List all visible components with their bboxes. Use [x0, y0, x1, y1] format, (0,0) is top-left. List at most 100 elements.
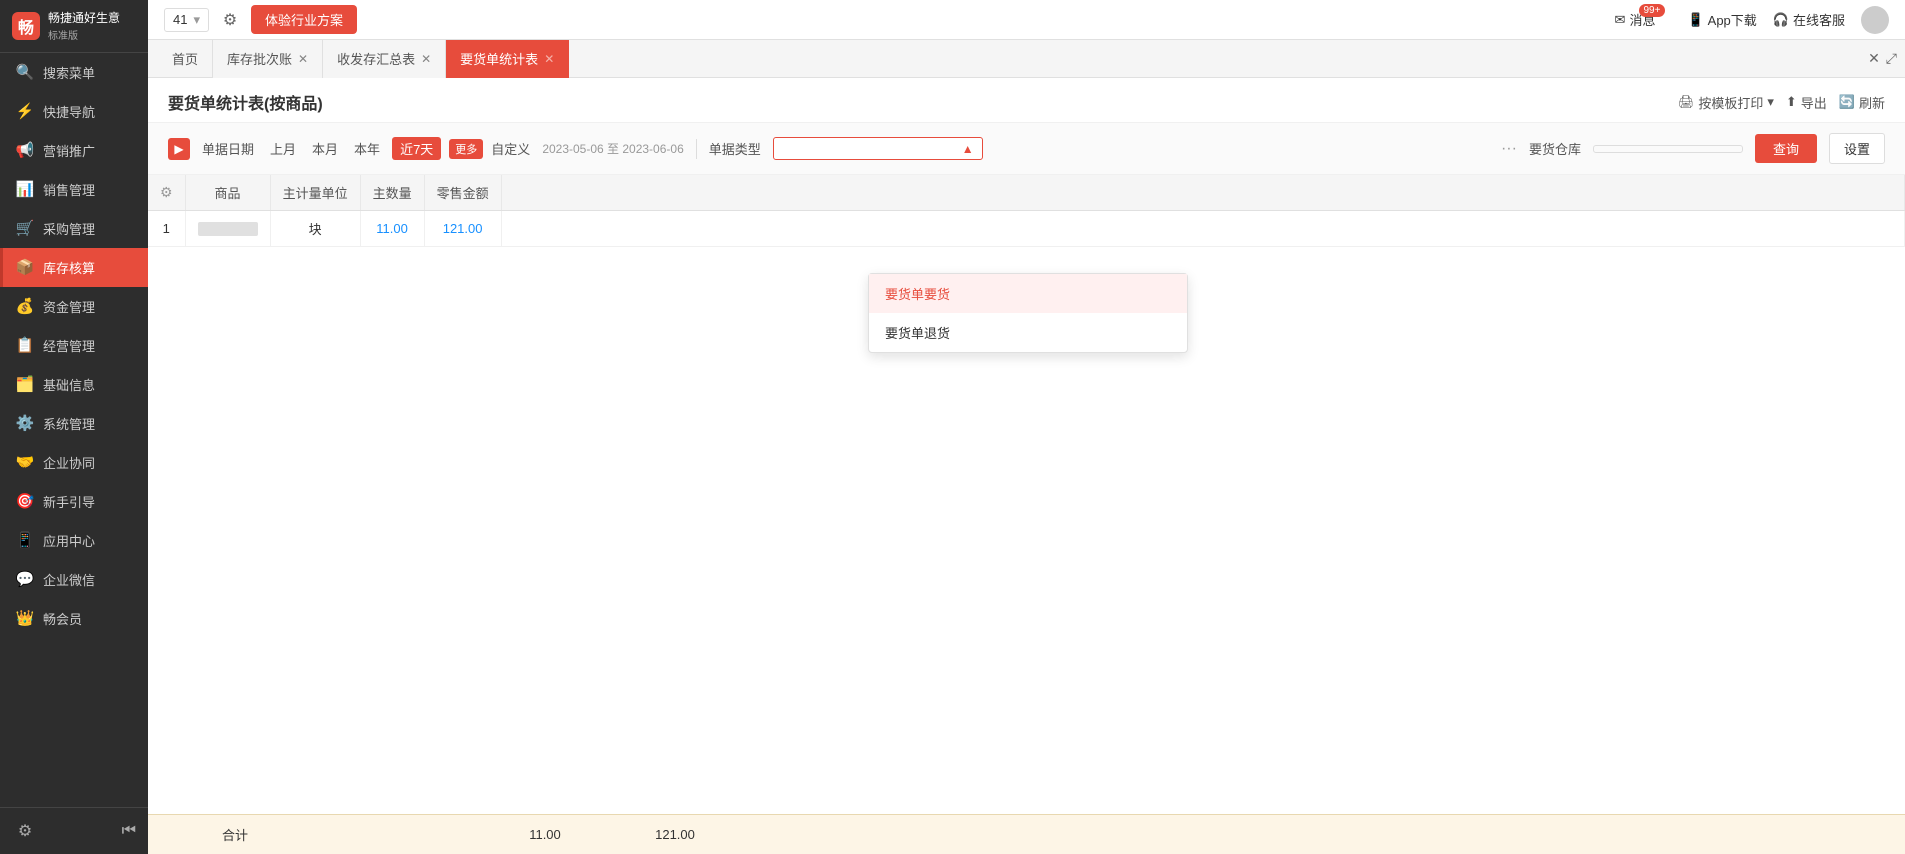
- topbar-settings-icon[interactable]: ⚙: [217, 7, 243, 33]
- date-shortcut-custom[interactable]: 自定义: [491, 139, 530, 158]
- date-shortcut-last-month[interactable]: 上月: [266, 137, 300, 160]
- sidebar-item-wechat[interactable]: 💬 企业微信: [0, 560, 148, 599]
- cell-amount: 121.00: [424, 211, 501, 247]
- sidebar-item-label: 系统管理: [43, 414, 95, 433]
- messages-button[interactable]: ✉ 消息 99+: [1615, 10, 1656, 29]
- date-more-badge[interactable]: 更多: [449, 139, 483, 159]
- warehouse-input[interactable]: [1593, 145, 1743, 153]
- col-header-amount: 零售金额: [424, 175, 501, 211]
- type-input-chevron-icon[interactable]: ▲: [962, 142, 974, 156]
- sidebar-item-finance[interactable]: 💰 资金管理: [0, 287, 148, 326]
- operations-icon: 📋: [15, 336, 35, 354]
- sidebar-item-label: 企业协同: [43, 453, 95, 472]
- filter-divider: [696, 139, 697, 159]
- basic-icon: 🗂️: [15, 375, 35, 393]
- tabs-close-all-icon[interactable]: ✕: [1868, 50, 1880, 67]
- cell-seq: 1: [148, 211, 185, 247]
- print-button[interactable]: 🖨 按模板打印 ▾: [1678, 93, 1774, 112]
- user-avatar[interactable]: [1861, 6, 1889, 34]
- cell-product: [185, 211, 270, 247]
- search-icon: 🔍: [15, 63, 35, 81]
- content-area: 要货单统计表(按商品) 🖨 按模板打印 ▾ ⬆ 导出 🔄 刷新 ▶: [148, 78, 1905, 854]
- date-range-display: 2023-05-06 至 2023-06-06: [542, 140, 683, 157]
- sidebar-scroll: 🔍 搜索菜单 ⚡ 快捷导航 📢 营销推广 📊 销售管理 🛒 采购管理 📦 库存核…: [0, 53, 148, 807]
- page-title: 要货单统计表(按商品): [168, 90, 323, 114]
- tab-inventory-batch-close[interactable]: ✕: [298, 53, 308, 65]
- type-input[interactable]: [782, 141, 962, 156]
- tab-collection-summary-label: 收发存汇总表: [337, 49, 415, 68]
- sidebar-settings-icon[interactable]: ⚙: [12, 818, 38, 844]
- company-selector[interactable]: 41 ▾: [164, 8, 209, 32]
- sidebar-item-inventory[interactable]: 📦 库存核算: [0, 248, 148, 287]
- query-button[interactable]: 查询: [1755, 134, 1817, 163]
- sidebar-item-operations[interactable]: 📋 经营管理: [0, 326, 148, 365]
- type-label: 单据类型: [709, 139, 761, 158]
- tab-inventory-batch-label: 库存批次账: [227, 49, 292, 68]
- sidebar-item-label: 经营管理: [43, 336, 95, 355]
- industry-solution-button[interactable]: 体验行业方案: [251, 5, 357, 34]
- sidebar-item-sales[interactable]: 📊 销售管理: [0, 170, 148, 209]
- footer-quantity: 11.00: [480, 827, 610, 842]
- quantity-link[interactable]: 11.00: [376, 221, 408, 236]
- dropdown-item-demand-order[interactable]: 要货单要货: [869, 274, 1187, 313]
- table-settings-icon[interactable]: ⚙: [160, 184, 173, 200]
- export-button[interactable]: ⬆ 导出: [1786, 93, 1827, 112]
- cell-empty: [501, 211, 1904, 247]
- tab-demand-stats-label: 要货单统计表: [460, 49, 538, 68]
- tab-demand-stats-close[interactable]: ✕: [544, 53, 554, 65]
- online-service-button[interactable]: 🎧 在线客服: [1773, 10, 1845, 29]
- sidebar-item-label: 新手引导: [43, 492, 95, 511]
- settings-button[interactable]: 设置: [1829, 133, 1885, 164]
- tabs-maximize-icon[interactable]: ⤢: [1886, 50, 1897, 67]
- date-shortcut-this-month[interactable]: 本月: [308, 137, 342, 160]
- col-header-settings: ⚙: [148, 175, 185, 211]
- col-header-empty: [501, 175, 1904, 211]
- shortcuts-icon: ⚡: [15, 102, 35, 120]
- sidebar-item-basic[interactable]: 🗂️ 基础信息: [0, 365, 148, 404]
- sidebar-item-member[interactable]: 👑 畅会员: [0, 599, 148, 638]
- online-service-label: 在线客服: [1793, 10, 1845, 29]
- sidebar-item-label: 采购管理: [43, 219, 95, 238]
- sidebar-item-label: 营销推广: [43, 141, 95, 160]
- warehouse-label: 要货仓库: [1529, 139, 1581, 158]
- tabs-bar: 首页 库存批次账 ✕ 收发存汇总表 ✕ 要货单统计表 ✕ ✕ ⤢: [148, 40, 1905, 78]
- tab-home[interactable]: 首页: [158, 40, 213, 78]
- app-download-label: App下载: [1708, 10, 1757, 29]
- finance-icon: 💰: [15, 297, 35, 315]
- date-shortcuts: 上月 本月 本年 近7天 更多 自定义: [266, 137, 530, 160]
- tab-inventory-batch[interactable]: 库存批次账 ✕: [213, 40, 323, 78]
- date-shortcut-this-year[interactable]: 本年: [350, 137, 384, 160]
- sidebar-item-marketing[interactable]: 📢 营销推广: [0, 131, 148, 170]
- tab-demand-stats[interactable]: 要货单统计表 ✕: [446, 40, 569, 78]
- dropdown-item-demand-return[interactable]: 要货单退货: [869, 313, 1187, 352]
- sales-icon: 📊: [15, 180, 35, 198]
- app-download-button[interactable]: 📱 App下载: [1687, 10, 1756, 29]
- sidebar-item-guide[interactable]: 🎯 新手引导: [0, 482, 148, 521]
- filter-more-button[interactable]: ···: [1501, 140, 1517, 158]
- data-table: ⚙ 商品 主计量单位 主数量 零售金额 1: [148, 175, 1905, 247]
- sidebar-item-search[interactable]: 🔍 搜索菜单: [0, 53, 148, 92]
- main-area: 41 ▾ ⚙ 体验行业方案 ✉ 消息 99+ 📱 App下载 🎧 在线客服: [148, 0, 1905, 854]
- filter-expand-button[interactable]: ▶: [168, 138, 190, 160]
- sidebar-item-shortcuts[interactable]: ⚡ 快捷导航: [0, 92, 148, 131]
- topbar-right: ✉ 消息 99+ 📱 App下载 🎧 在线客服: [1615, 6, 1889, 34]
- filter-bar: ▶ 单据日期 上月 本月 本年 近7天 更多 自定义 2023-05-06 至 …: [148, 123, 1905, 175]
- type-input-box[interactable]: ▲: [773, 137, 983, 160]
- cell-unit: 块: [270, 211, 360, 247]
- avatar-image: [1861, 6, 1889, 34]
- export-label: 导出: [1801, 93, 1827, 112]
- refresh-button[interactable]: 🔄 刷新: [1839, 93, 1885, 112]
- tab-collection-summary-close[interactable]: ✕: [421, 53, 431, 65]
- amount-link[interactable]: 121.00: [443, 221, 483, 236]
- sidebar-item-appcenter[interactable]: 📱 应用中心: [0, 521, 148, 560]
- system-icon: ⚙️: [15, 414, 35, 432]
- sidebar-collapse-icon[interactable]: ⏮: [122, 822, 136, 840]
- product-cell: [198, 222, 258, 236]
- sidebar-item-enterprise[interactable]: 🤝 企业协同: [0, 443, 148, 482]
- date-shortcut-recent7[interactable]: 近7天: [392, 137, 441, 160]
- sidebar-item-purchase[interactable]: 🛒 采购管理: [0, 209, 148, 248]
- sidebar-item-system[interactable]: ⚙️ 系统管理: [0, 404, 148, 443]
- table-footer-wrapper: 合计 11.00 121.00: [148, 814, 1905, 854]
- table-footer: 合计 11.00 121.00: [148, 814, 1905, 854]
- tab-collection-summary[interactable]: 收发存汇总表 ✕: [323, 40, 446, 78]
